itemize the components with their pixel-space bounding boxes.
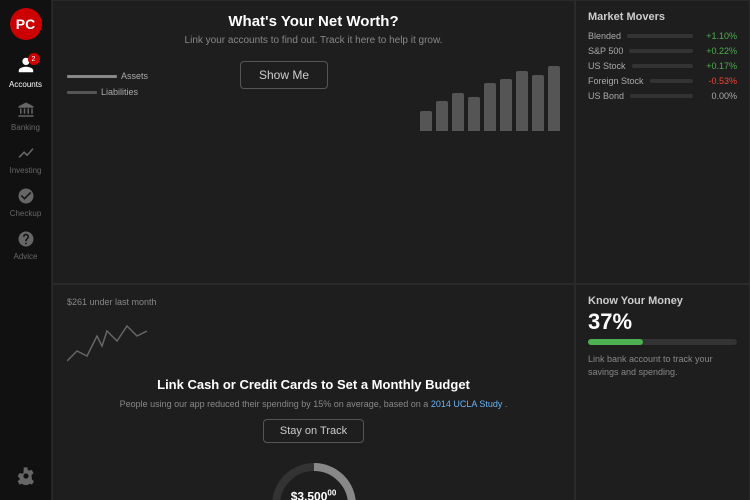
donut-chart: $3,50000 of $5,000 $200 under bbox=[269, 460, 359, 500]
sp500-bar-wrap bbox=[629, 49, 693, 53]
app-logo: PC bbox=[10, 8, 42, 40]
sidebar-item-checkup[interactable]: Checkup bbox=[0, 181, 51, 224]
networth-subtitle: Link your accounts to find out. Track it… bbox=[185, 34, 443, 47]
main-content: What's Your Net Worth? Link your account… bbox=[52, 0, 750, 500]
market-movers-title: Market Movers bbox=[588, 11, 737, 23]
bar-6 bbox=[500, 79, 512, 131]
sp500-bar bbox=[629, 49, 648, 53]
know-progress-fill bbox=[588, 339, 643, 345]
know-your-money-card: Know Your Money 37% Link bank account to… bbox=[575, 284, 750, 500]
bar-7 bbox=[516, 71, 528, 131]
settings-icon[interactable] bbox=[17, 467, 35, 485]
sidebar-item-accounts[interactable]: 2 Accounts bbox=[0, 50, 51, 95]
bar-3 bbox=[452, 93, 464, 131]
market-row-foreign: Foreign Stock -0.53% bbox=[588, 76, 737, 86]
spending-chart bbox=[67, 311, 147, 371]
linkcash-card: $261 under last month Link Cash or Credi… bbox=[52, 284, 575, 500]
networth-center: Show Me bbox=[158, 61, 410, 95]
bar-1 bbox=[420, 111, 432, 131]
networth-card: What's Your Net Worth? Link your account… bbox=[52, 0, 575, 284]
market-movers-card: Market Movers Blended +1.10% S&P 500 +0.… bbox=[575, 0, 750, 284]
sidebar-item-banking[interactable]: Banking bbox=[0, 95, 51, 138]
usbond-bar bbox=[630, 94, 633, 98]
know-title: Know Your Money bbox=[588, 295, 737, 307]
sidebar-item-advice-label: Advice bbox=[13, 252, 37, 261]
networth-title: What's Your Net Worth? bbox=[185, 13, 443, 30]
sidebar-item-investing-label: Investing bbox=[9, 166, 41, 175]
investing-icon bbox=[17, 144, 35, 162]
sidebar-item-advice[interactable]: Advice bbox=[0, 224, 51, 267]
sidebar-item-banking-label: Banking bbox=[11, 123, 40, 132]
bar-9 bbox=[548, 66, 560, 131]
networth-body: Assets Liabilities Show Me bbox=[67, 61, 560, 131]
know-pct: 37% bbox=[588, 309, 737, 335]
blended-bar bbox=[627, 34, 680, 38]
foreign-bar bbox=[650, 79, 672, 83]
sidebar-item-accounts-label: Accounts bbox=[9, 80, 42, 89]
checkup-icon bbox=[17, 187, 35, 205]
sidebar-bottom bbox=[17, 467, 35, 490]
donut-label: $3,50000 of $5,000 $200 under bbox=[291, 489, 337, 500]
bar-2 bbox=[436, 101, 448, 131]
foreign-bar-wrap bbox=[650, 79, 693, 83]
sidebar-item-investing[interactable]: Investing bbox=[0, 138, 51, 181]
usbond-bar-wrap bbox=[630, 94, 693, 98]
advice-icon bbox=[17, 230, 35, 248]
linkcash-left: $261 under last month bbox=[67, 297, 560, 377]
market-row-sp500: S&P 500 +0.22% bbox=[588, 46, 737, 56]
liabilities-bar bbox=[67, 91, 97, 94]
usstock-bar-wrap bbox=[632, 64, 693, 68]
sidebar: PC 2 Accounts Banking Investing Checkup … bbox=[0, 0, 52, 500]
account-badge: 2 bbox=[28, 53, 40, 65]
market-row-usstock: US Stock +0.17% bbox=[588, 61, 737, 71]
linkcash-title: Link Cash or Credit Cards to Set a Month… bbox=[157, 377, 470, 392]
bar-4 bbox=[468, 97, 480, 131]
assets-bar bbox=[67, 75, 117, 78]
liabilities-label: Liabilities bbox=[67, 87, 148, 97]
bar-chart bbox=[420, 61, 560, 131]
bar-8 bbox=[532, 75, 544, 131]
linkcash-desc: People using our app reduced their spend… bbox=[120, 398, 508, 411]
market-row-blended: Blended +1.10% bbox=[588, 31, 737, 41]
under-label: $261 under last month bbox=[67, 297, 157, 307]
linkcash-center: Link Cash or Credit Cards to Set a Month… bbox=[67, 377, 560, 455]
linkcash-link[interactable]: 2014 UCLA Study bbox=[431, 399, 503, 409]
blended-bar-wrap bbox=[627, 34, 693, 38]
market-row-usbond: US Bond 0.00% bbox=[588, 91, 737, 101]
know-desc: Link bank account to track your savings … bbox=[588, 353, 737, 500]
stay-on-track-button[interactable]: Stay on Track bbox=[263, 419, 364, 443]
bar-5 bbox=[484, 83, 496, 131]
show-me-button[interactable]: Show Me bbox=[240, 61, 328, 89]
donut-amount: $3,50000 bbox=[291, 489, 337, 500]
usstock-bar bbox=[632, 64, 647, 68]
know-progress-bar bbox=[588, 339, 737, 345]
banking-icon bbox=[17, 101, 35, 119]
sidebar-item-checkup-label: Checkup bbox=[10, 209, 42, 218]
content-grid: What's Your Net Worth? Link your account… bbox=[52, 0, 750, 500]
linkcash-right: $3,50000 of $5,000 $200 under bbox=[67, 455, 560, 500]
assets-label: Assets bbox=[67, 71, 148, 81]
networth-labels: Assets Liabilities bbox=[67, 71, 148, 103]
